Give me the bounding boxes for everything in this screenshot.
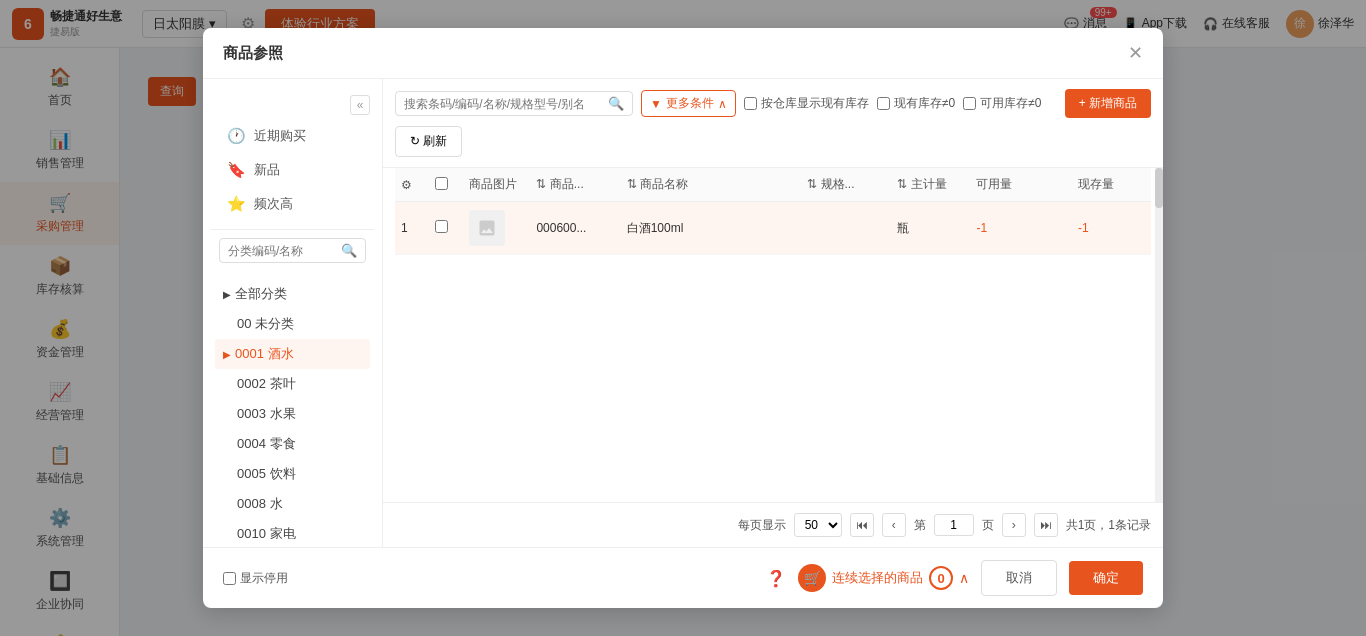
col-stock-header[interactable]: 现存量 — [1072, 168, 1151, 202]
col-unit-header[interactable]: ⇅ 主计量 — [891, 168, 970, 202]
category-item-fruit[interactable]: 0003 水果 — [215, 399, 370, 429]
row-name: 白酒100ml — [621, 202, 802, 255]
row-spec — [801, 202, 891, 255]
col-image-header: 商品图片 — [463, 168, 531, 202]
row-available: -1 — [970, 202, 1072, 255]
row-select-checkbox[interactable] — [435, 220, 448, 233]
add-product-button[interactable]: + 新增商品 — [1065, 89, 1151, 118]
category-item-snack[interactable]: 0004 零食 — [215, 429, 370, 459]
checkbox-available-nonzero[interactable]: 可用库存≠0 — [963, 95, 1041, 112]
sort-icon: ⇅ — [627, 177, 637, 191]
frequent-icon: ⭐ — [227, 195, 246, 213]
checkbox-by-warehouse-input[interactable] — [744, 97, 757, 110]
product-search-wrap: 🔍 — [395, 91, 633, 116]
confirm-button[interactable]: 确定 — [1069, 561, 1143, 595]
category-item-liquor[interactable]: ▶ 0001 酒水 — [215, 339, 370, 369]
sort-icon: ⇅ — [897, 177, 907, 191]
active-arrow-icon: ▶ — [223, 349, 231, 360]
next-page-button[interactable]: › — [1002, 513, 1026, 537]
product-image — [469, 210, 505, 246]
row-unit: 瓶 — [891, 202, 970, 255]
chevron-up-icon: ∧ — [718, 97, 727, 111]
prev-page-button[interactable]: ‹ — [882, 513, 906, 537]
sort-icon: ⇅ — [536, 177, 546, 191]
help-icon[interactable]: ❓ — [766, 569, 786, 588]
modal-footer: 显示停用 ❓ 🛒 连续选择的商品 0 ∧ 取消 确定 — [203, 547, 1163, 608]
checkbox-by-warehouse[interactable]: 按仓库显示现有库存 — [744, 95, 869, 112]
checkbox-stock-nonzero[interactable]: 现有库存≠0 — [877, 95, 955, 112]
recent-icon: 🕐 — [227, 127, 246, 145]
col-checkbox — [429, 168, 463, 202]
modal-title: 商品参照 — [223, 44, 283, 63]
category-section: ▶ 全部分类 00 未分类 ▶ 0001 酒水 0002 茶叶 0003 水果 — [203, 271, 382, 539]
left-panel: « 🕐 近期购买 🔖 新品 ⭐ 频次高 — [203, 79, 383, 547]
pagination: 每页显示 50 ⏮ ‹ 第 页 › ⏭ 共1页，1条记录 — [383, 502, 1163, 547]
page-input[interactable] — [934, 514, 974, 536]
row-checkbox[interactable] — [429, 202, 463, 255]
collapse-left-button[interactable]: « — [350, 95, 370, 115]
first-page-button[interactable]: ⏮ — [850, 513, 874, 537]
scrollbar-track[interactable] — [1155, 168, 1163, 502]
last-page-button[interactable]: ⏭ — [1034, 513, 1058, 537]
product-table: ⚙ 商品图片 ⇅ 商品... ⇅ — [395, 168, 1151, 255]
page-label: 第 — [914, 517, 926, 534]
search-icon[interactable]: 🔍 — [608, 96, 624, 111]
col-settings: ⚙ — [395, 168, 429, 202]
page-label2: 页 — [982, 517, 994, 534]
cart-icon: 🛒 — [798, 564, 826, 592]
product-reference-modal: 商品参照 ✕ « 🕐 近期购买 🔖 新品 — [203, 28, 1163, 608]
cart-collapse-icon[interactable]: ∧ — [959, 570, 969, 586]
col-spec-header[interactable]: ⇅ 规格... — [801, 168, 891, 202]
menu-item-frequent[interactable]: ⭐ 频次高 — [211, 187, 374, 221]
row-image — [463, 202, 531, 255]
close-icon[interactable]: ✕ — [1128, 42, 1143, 64]
new-icon: 🔖 — [227, 161, 246, 179]
refresh-button[interactable]: ↻ 刷新 — [395, 126, 462, 157]
arrow-icon: ▶ — [223, 289, 231, 300]
cart-count: 0 — [929, 566, 953, 590]
cart-button[interactable]: 🛒 连续选择的商品 0 ∧ — [798, 564, 969, 592]
category-search-box: 🔍 — [219, 238, 366, 263]
search-icon[interactable]: 🔍 — [341, 243, 357, 258]
show-disabled-input[interactable] — [223, 572, 236, 585]
checkbox-available-nonzero-input[interactable] — [963, 97, 976, 110]
category-item-beverage[interactable]: 0005 饮料 — [215, 459, 370, 489]
table-header-row: ⚙ 商品图片 ⇅ 商品... ⇅ — [395, 168, 1151, 202]
divider — [211, 229, 374, 230]
toolbar: 🔍 ▼ 更多条件 ∧ 按仓库显示现有库存 现有库存≠0 — [383, 79, 1163, 168]
modal-header: 商品参照 ✕ — [203, 28, 1163, 79]
menu-item-recent[interactable]: 🕐 近期购买 — [211, 119, 374, 153]
select-all-checkbox[interactable] — [435, 177, 448, 190]
menu-item-new[interactable]: 🔖 新品 — [211, 153, 374, 187]
col-name-header[interactable]: ⇅ 商品名称 — [621, 168, 802, 202]
col-code-header[interactable]: ⇅ 商品... — [530, 168, 620, 202]
table-row[interactable]: 1 000600... 白酒100ml 瓶 — [395, 202, 1151, 255]
category-item-water[interactable]: 0008 水 — [215, 489, 370, 519]
show-disabled-checkbox[interactable]: 显示停用 — [223, 570, 288, 587]
product-table-wrap: ⚙ 商品图片 ⇅ 商品... ⇅ — [383, 168, 1163, 502]
category-item-appliance[interactable]: 0010 家电 — [215, 519, 370, 539]
category-search-input[interactable] — [228, 244, 337, 258]
product-search-input[interactable] — [404, 97, 604, 111]
right-panel: 🔍 ▼ 更多条件 ∧ 按仓库显示现有库存 现有库存≠0 — [383, 79, 1163, 547]
category-item-all[interactable]: ▶ 全部分类 — [215, 279, 370, 309]
category-item-uncategorized[interactable]: 00 未分类 — [215, 309, 370, 339]
more-filter-button[interactable]: ▼ 更多条件 ∧ — [641, 90, 736, 117]
filter-icon: ▼ — [650, 97, 662, 111]
cancel-button[interactable]: 取消 — [981, 560, 1057, 596]
row-code: 000600... — [530, 202, 620, 255]
col-available-header[interactable]: 可用量 — [970, 168, 1072, 202]
modal-body: « 🕐 近期购买 🔖 新品 ⭐ 频次高 — [203, 79, 1163, 547]
left-panel-top: « 🕐 近期购买 🔖 新品 ⭐ 频次高 — [203, 87, 382, 271]
modal-overlay: 商品参照 ✕ « 🕐 近期购买 🔖 新品 — [0, 0, 1366, 636]
sort-icon: ⇅ — [807, 177, 817, 191]
checkbox-stock-nonzero-input[interactable] — [877, 97, 890, 110]
page-size-select[interactable]: 50 — [794, 513, 842, 537]
row-stock: -1 — [1072, 202, 1151, 255]
category-item-tea[interactable]: 0002 茶叶 — [215, 369, 370, 399]
row-num: 1 — [395, 202, 429, 255]
scrollbar-thumb[interactable] — [1155, 168, 1163, 208]
